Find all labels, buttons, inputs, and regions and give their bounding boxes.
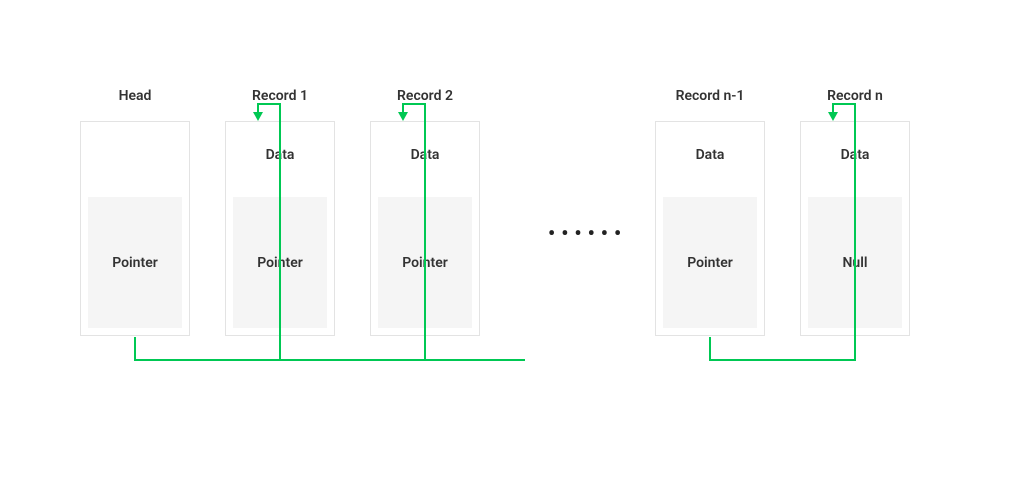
ellipsis: •••••• [548, 221, 627, 245]
data-label: Data [801, 147, 909, 163]
node-record-2: Data Pointer [370, 121, 480, 336]
node-head: Pointer [80, 121, 190, 336]
null-box: Null [808, 197, 902, 328]
node-title-rec1: Record 1 [225, 88, 335, 104]
node-title-head: Head [80, 88, 190, 104]
node-title-recn: Record n [800, 88, 910, 104]
node-title-recnm1: Record n-1 [655, 88, 765, 104]
linked-list-diagram: Head Record 1 Record 2 Record n-1 Record… [0, 0, 1023, 500]
pointer-box: Pointer [233, 197, 327, 328]
arrowhead-icon [398, 112, 408, 121]
data-label: Data [656, 147, 764, 163]
data-label: Data [371, 147, 479, 163]
pointer-box: Pointer [88, 197, 182, 328]
data-label: Data [226, 147, 334, 163]
arrow-2-to-ellipsis [425, 337, 525, 360]
arrowhead-icon [828, 112, 838, 121]
node-record-n-minus-1: Data Pointer [655, 121, 765, 336]
pointer-box: Pointer [378, 197, 472, 328]
node-record-n: Data Null [800, 121, 910, 336]
node-title-rec2: Record 2 [370, 88, 480, 104]
node-record-1: Data Pointer [225, 121, 335, 336]
pointer-box: Pointer [663, 197, 757, 328]
arrowhead-icon [253, 112, 263, 121]
